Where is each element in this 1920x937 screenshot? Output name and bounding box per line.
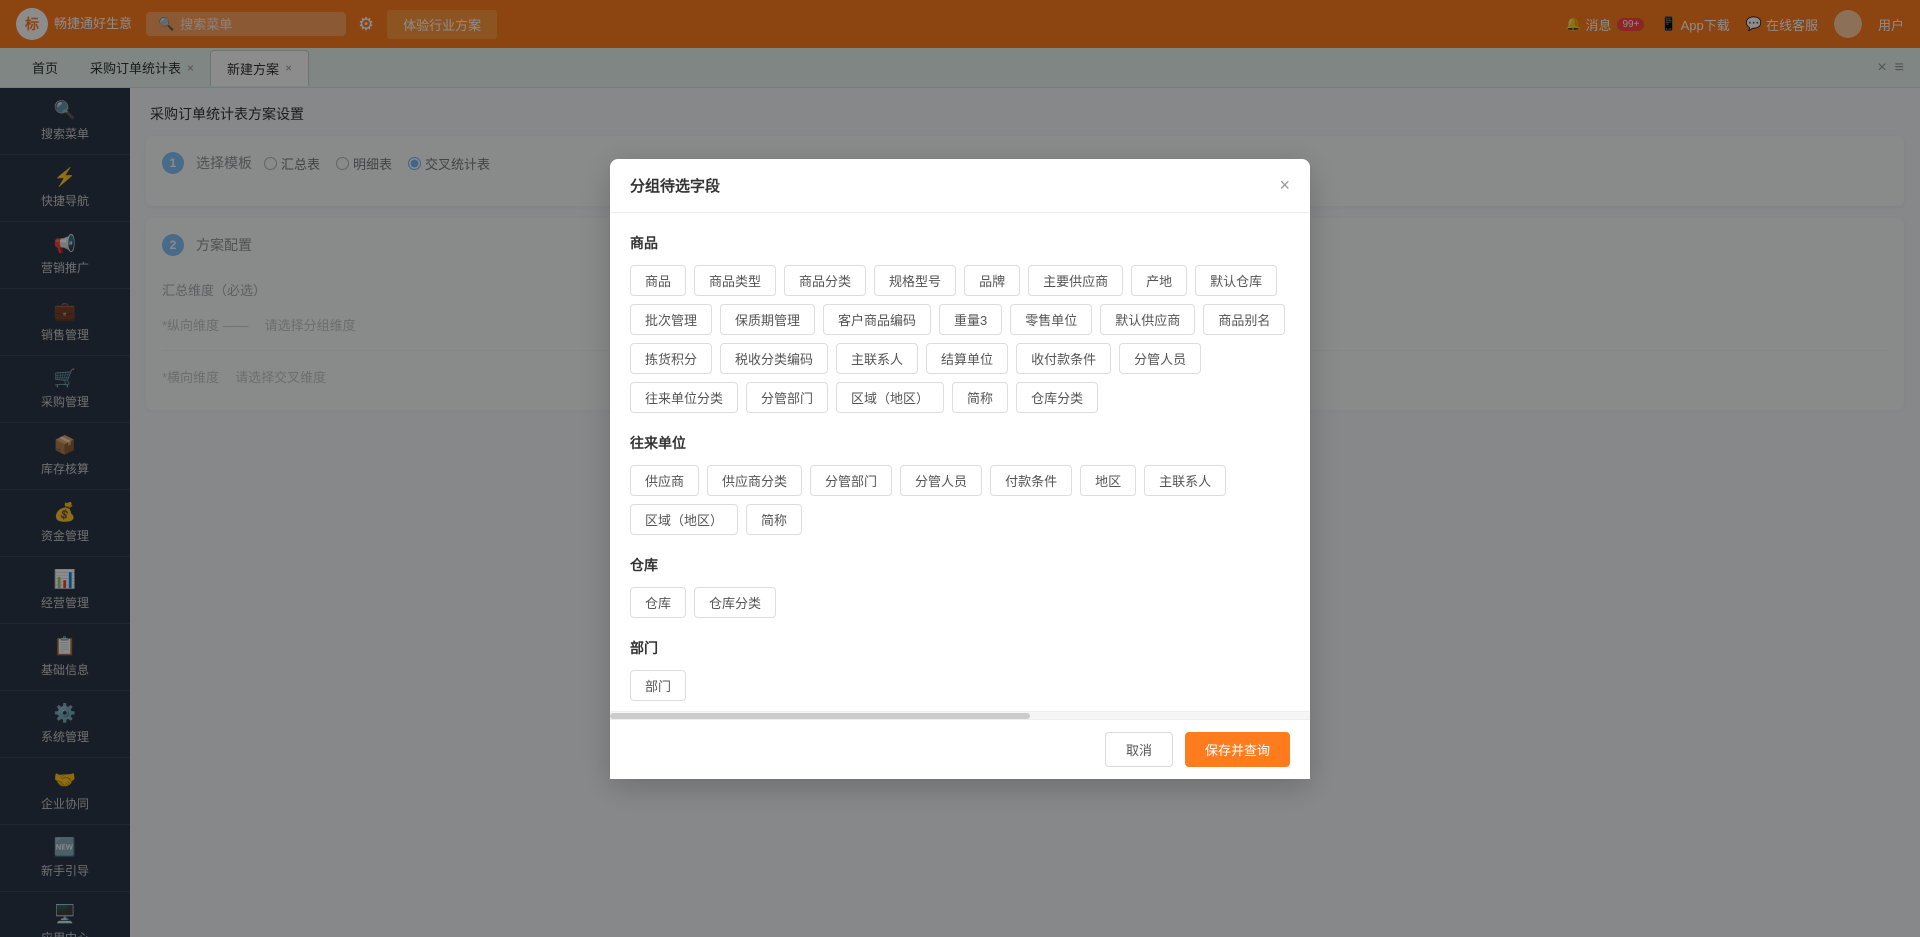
tag-supplier[interactable]: 供应商	[630, 465, 699, 496]
tag-batch-mgmt[interactable]: 批次管理	[630, 304, 712, 335]
tag-supplier-category[interactable]: 供应商分类	[707, 465, 802, 496]
tag-tax-code[interactable]: 税收分类编码	[720, 343, 828, 374]
tag-warehouse-category[interactable]: 仓库分类	[694, 587, 776, 618]
section-product-tags: 商品 商品类型 商品分类 规格型号 品牌 主要供应商 产地 默认仓库 批次管理 …	[630, 265, 1290, 413]
tag-area[interactable]: 地区	[1080, 465, 1136, 496]
tag-short-name-partner[interactable]: 简称	[746, 504, 802, 535]
tag-product-alias[interactable]: 商品别名	[1203, 304, 1285, 335]
section-dept-title: 部门	[630, 638, 1290, 658]
tag-product-category[interactable]: 商品分类	[784, 265, 866, 296]
section-partner-tags: 供应商 供应商分类 分管部门 分管人员 付款条件 地区 主联系人 区域（地区） …	[630, 465, 1290, 535]
section-warehouse: 仓库 仓库 仓库分类	[630, 555, 1290, 618]
section-product: 商品 商品 商品类型 商品分类 规格型号 品牌 主要供应商 产地 默认仓库 批次…	[630, 233, 1290, 413]
tag-warehouse-category-product[interactable]: 仓库分类	[1016, 382, 1098, 413]
tag-region-product[interactable]: 区域（地区）	[836, 382, 944, 413]
tag-main-contact[interactable]: 主联系人	[836, 343, 918, 374]
cancel-button[interactable]: 取消	[1105, 732, 1173, 767]
section-dept: 部门 部门	[630, 638, 1290, 701]
modal-overlay: 分组待选字段 × 商品 商品 商品类型 商品分类 规格型号 品牌 主要供应商	[0, 0, 1920, 937]
modal-horizontal-scrollbar[interactable]	[610, 711, 1310, 719]
tag-product[interactable]: 商品	[630, 265, 686, 296]
tag-retail-unit[interactable]: 零售单位	[1010, 304, 1092, 335]
modal-hscroll-thumb	[610, 713, 1030, 719]
tag-settlement-unit[interactable]: 结算单位	[926, 343, 1008, 374]
tag-quality-mgmt[interactable]: 保质期管理	[720, 304, 815, 335]
tag-spec-model[interactable]: 规格型号	[874, 265, 956, 296]
tag-region-partner[interactable]: 区域（地区）	[630, 504, 738, 535]
tag-warehouse[interactable]: 仓库	[630, 587, 686, 618]
tag-origin[interactable]: 产地	[1131, 265, 1187, 296]
section-partner: 往来单位 供应商 供应商分类 分管部门 分管人员 付款条件 地区 主联系人 区域…	[630, 433, 1290, 535]
tag-weight[interactable]: 重量3	[939, 304, 1002, 335]
tag-dept-partner[interactable]: 分管部门	[810, 465, 892, 496]
modal-title: 分组待选字段	[630, 175, 720, 196]
tag-dept[interactable]: 部门	[630, 670, 686, 701]
main-layout: 🔍 搜索菜单 ⚡ 快捷导航 📢 营销推广 💼 销售管理 🛒 采购管理 📦 库存核…	[0, 88, 1920, 937]
section-product-title: 商品	[630, 233, 1290, 253]
tag-person-partner[interactable]: 分管人员	[900, 465, 982, 496]
tag-product-type[interactable]: 商品类型	[694, 265, 776, 296]
section-partner-title: 往来单位	[630, 433, 1290, 453]
tag-brand[interactable]: 品牌	[964, 265, 1020, 296]
tag-contact-partner[interactable]: 主联系人	[1144, 465, 1226, 496]
modal-header: 分组待选字段 ×	[610, 159, 1310, 213]
modal-footer: 取消 保存并查询	[610, 719, 1310, 779]
tag-customer-code[interactable]: 客户商品编码	[823, 304, 931, 335]
tag-payment-cond[interactable]: 付款条件	[990, 465, 1072, 496]
tag-payment-terms[interactable]: 收付款条件	[1016, 343, 1111, 374]
confirm-button[interactable]: 保存并查询	[1185, 732, 1290, 767]
modal-body: 商品 商品 商品类型 商品分类 规格型号 品牌 主要供应商 产地 默认仓库 批次…	[610, 213, 1310, 711]
section-warehouse-tags: 仓库 仓库分类	[630, 587, 1290, 618]
tag-short-name-product[interactable]: 简称	[952, 382, 1008, 413]
tag-default-supplier[interactable]: 默认供应商	[1100, 304, 1195, 335]
modal-dialog: 分组待选字段 × 商品 商品 商品类型 商品分类 规格型号 品牌 主要供应商	[610, 159, 1310, 779]
section-warehouse-title: 仓库	[630, 555, 1290, 575]
tag-main-supplier[interactable]: 主要供应商	[1028, 265, 1123, 296]
tag-partner-category[interactable]: 往来单位分类	[630, 382, 738, 413]
tag-default-warehouse[interactable]: 默认仓库	[1195, 265, 1277, 296]
modal-close-btn[interactable]: ×	[1279, 175, 1290, 196]
tag-dept-mgmt[interactable]: 分管部门	[746, 382, 828, 413]
tag-responsible-person[interactable]: 分管人员	[1119, 343, 1201, 374]
section-dept-tags: 部门	[630, 670, 1290, 701]
content-area: 采购订单统计表方案设置 1 选择模板 汇总表 明细表 交叉统计表 2 方案配置 …	[130, 88, 1920, 937]
tag-pick-score[interactable]: 拣货积分	[630, 343, 712, 374]
